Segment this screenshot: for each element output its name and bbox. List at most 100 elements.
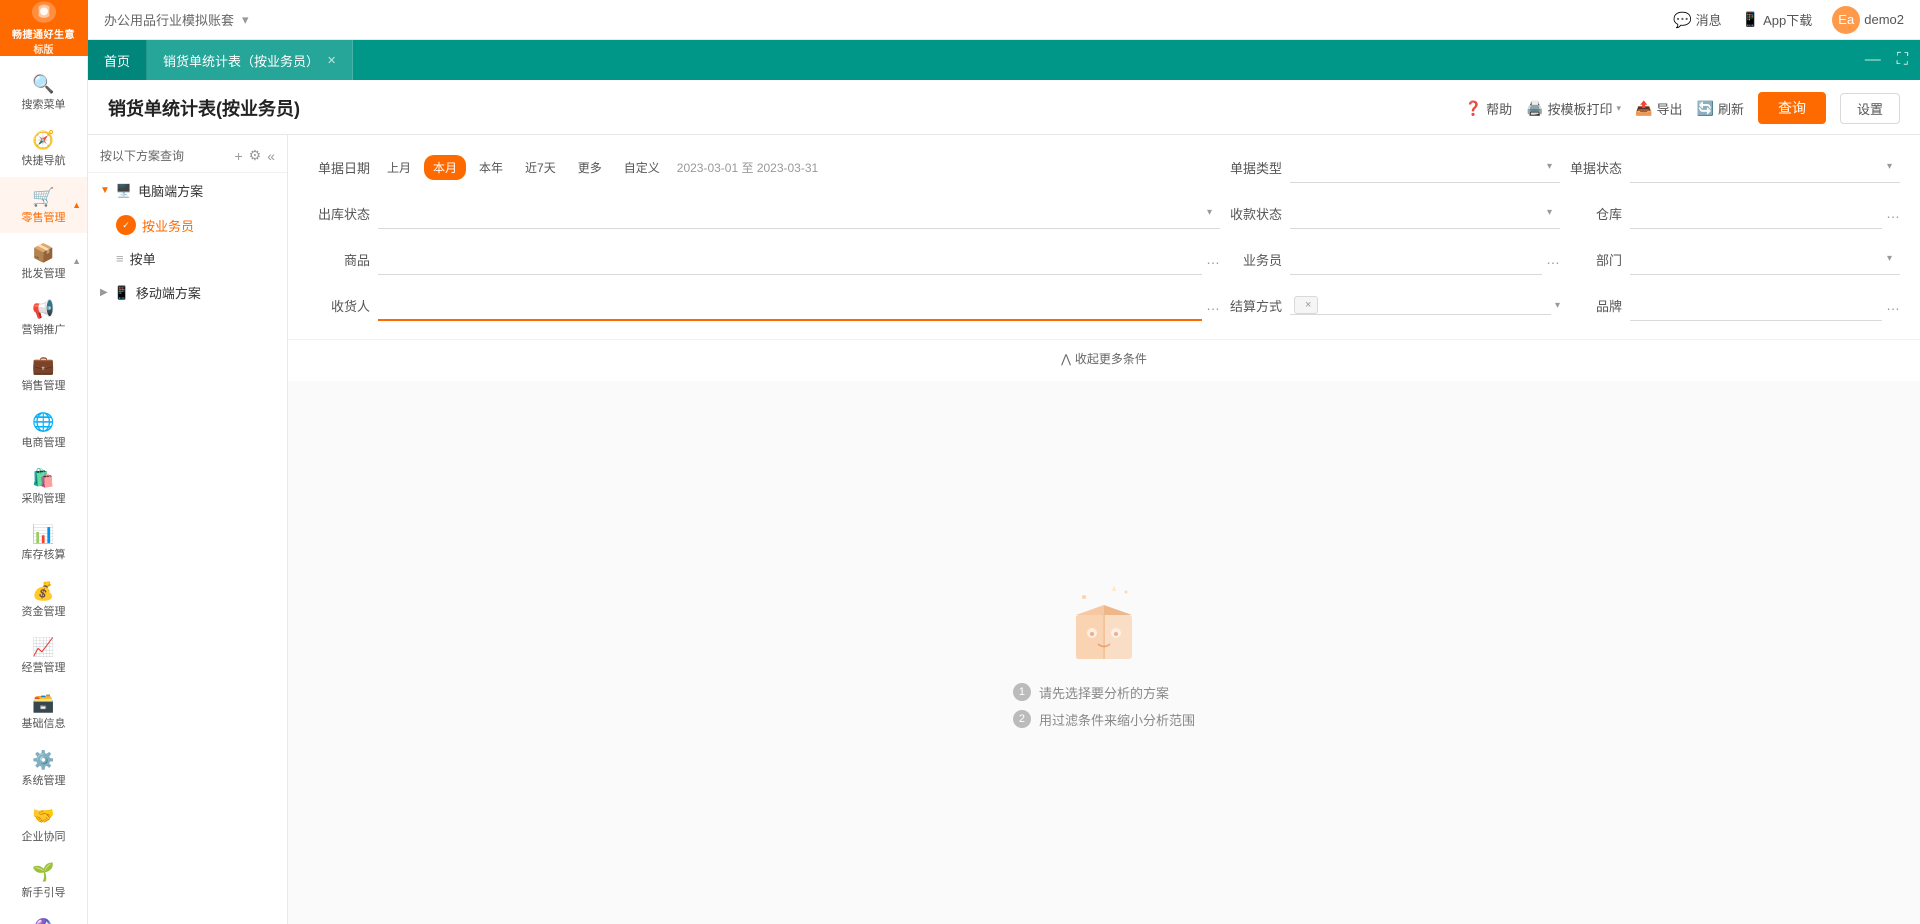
consignee-input[interactable]	[378, 289, 1202, 321]
sidebar-item-ecommerce[interactable]: 🌐 电商管理	[0, 402, 87, 458]
data-area: 1 请先选择要分析的方案 2 用过滤条件来缩小分析范围	[288, 381, 1920, 924]
refresh-btn[interactable]: 🔄 刷新	[1697, 99, 1744, 118]
sidebar-item-retail[interactable]: 🛒 零售管理 ▲	[0, 177, 87, 233]
sidebar-item-finance[interactable]: 💰 资金管理	[0, 571, 87, 627]
sidebar-item-marketing[interactable]: 📢 营销推广	[0, 289, 87, 345]
out-status-select[interactable]: ▾	[378, 197, 1220, 229]
consignee-ellipsis[interactable]: …	[1206, 297, 1220, 313]
doc-status-field: 单据状态 ▾	[1560, 151, 1900, 183]
sidebar-item-inventory-label: 库存核算	[22, 548, 66, 562]
goods-ellipsis[interactable]: …	[1206, 251, 1220, 267]
settlement-input-area: ×	[1290, 296, 1551, 315]
tree-label-mobile: 移动端方案	[136, 283, 201, 302]
refresh-icon: 🔄	[1697, 100, 1714, 117]
query-button[interactable]: 查询	[1758, 92, 1826, 124]
tree-item-by-order[interactable]: ≡ 按单	[88, 242, 287, 275]
print-dropdown-icon: ▾	[1617, 103, 1622, 114]
filter-row-4: 收货人 … 结算方式 × ▾	[308, 289, 1900, 321]
department-select[interactable]: ▾	[1630, 243, 1900, 275]
out-status-label: 出库状态	[308, 204, 378, 223]
tab-close-icon[interactable]: ✕	[327, 54, 336, 67]
tree-item-mobile[interactable]: ▶ 📱 移动端方案	[88, 275, 287, 310]
system-icon: ⚙️	[32, 750, 54, 771]
empty-tip-1: 1 请先选择要分析的方案	[1013, 683, 1195, 702]
doc-type-field: 单据类型 ▾	[1220, 151, 1560, 183]
scheme-settings-btn[interactable]: ⚙	[249, 147, 262, 164]
retail-icon: 🛒	[32, 187, 54, 208]
finance-icon: 💰	[32, 581, 54, 602]
out-status-arrow: ▾	[1207, 207, 1212, 218]
sidebar-item-system[interactable]: ⚙️ 系统管理	[0, 740, 87, 796]
salesperson-ellipsis[interactable]: …	[1546, 251, 1560, 267]
logo-icon	[28, 0, 60, 24]
sidebar-item-sales-label: 销售管理	[22, 379, 66, 393]
breadcrumb-dropdown-icon[interactable]: ▾	[242, 12, 249, 28]
sidebar-item-sales[interactable]: 💼 销售管理	[0, 345, 87, 401]
left-panel-header: 按以下方案查询 + ⚙ «	[88, 135, 287, 173]
message-btn[interactable]: 💬 消息	[1673, 10, 1722, 29]
app-download-btn[interactable]: 📱 App下载	[1742, 10, 1813, 29]
sidebar-nav: 🔍 搜索菜单 🧭 快捷导航 🛒 零售管理 ▲ 📦 批发管理 ▲ 📢 营销推广 💼…	[0, 56, 87, 924]
sidebar-item-basicinfo[interactable]: 🗃️ 基础信息	[0, 683, 87, 739]
collapse-panel-btn[interactable]: «	[267, 148, 275, 164]
empty-icon	[1054, 577, 1154, 667]
doc-type-select[interactable]: ▾	[1290, 151, 1560, 183]
goods-input[interactable]	[378, 243, 1202, 275]
settings-button[interactable]: 设置	[1840, 93, 1900, 124]
tab-expand-btn[interactable]: ⛶	[1893, 47, 1912, 73]
warehouse-ellipsis[interactable]: …	[1886, 205, 1900, 221]
sidebar-item-quicknav[interactable]: 🧭 快捷导航	[0, 120, 87, 176]
empty-state: 1 请先选择要分析的方案 2 用过滤条件来缩小分析范围	[1013, 577, 1195, 729]
date-btn-7days[interactable]: 近7天	[516, 155, 565, 180]
sidebar-item-enterprise[interactable]: 🤝 企业协同	[0, 796, 87, 852]
username-label: demo2	[1864, 12, 1904, 27]
tab-minimize-btn[interactable]: —	[1861, 47, 1885, 73]
sidebar-item-appcenter[interactable]: 🔮 应用中心	[0, 908, 87, 924]
brand-input[interactable]	[1630, 289, 1882, 321]
date-btn-this-year[interactable]: 本年	[470, 155, 512, 180]
receipt-status-select[interactable]: ▾	[1290, 197, 1560, 229]
sidebar-item-ecommerce-label: 电商管理	[22, 436, 66, 450]
template-print-btn[interactable]: 🖨️ 按模板打印 ▾	[1526, 99, 1621, 118]
sidebar-item-purchase[interactable]: 🛍️ 采购管理	[0, 458, 87, 514]
tip-num-2: 2	[1013, 710, 1031, 728]
sidebar-item-newbie[interactable]: 🌱 新手引导	[0, 852, 87, 908]
settlement-tag-remove[interactable]: ×	[1305, 299, 1311, 311]
brand-ellipsis[interactable]: …	[1886, 297, 1900, 313]
breadcrumb-text: 办公用品行业模拟账套	[104, 10, 234, 29]
doc-type-arrow: ▾	[1547, 161, 1552, 172]
page-title-area: 销货单统计表(按业务员) ❓ 帮助 🖨️ 按模板打印 ▾ 📤 导出	[88, 80, 1920, 134]
date-btn-more[interactable]: 更多	[569, 155, 611, 180]
appcenter-icon: 🔮	[32, 918, 54, 924]
collapse-icon: ⋀	[1061, 352, 1071, 366]
newbie-icon: 🌱	[32, 862, 54, 883]
tip-num-1: 1	[1013, 683, 1031, 701]
tab-home[interactable]: 首页	[88, 40, 147, 80]
app-download-label: App下载	[1763, 10, 1812, 29]
warehouse-input[interactable]	[1630, 197, 1882, 229]
help-btn[interactable]: ❓ 帮助	[1465, 99, 1512, 118]
user-profile[interactable]: Ea demo2	[1832, 6, 1904, 34]
sidebar-item-search[interactable]: 🔍 搜索菜单	[0, 64, 87, 120]
date-filter-buttons: 上月 本月 本年 近7天 更多 自定义 2023-03-01 至 2023-03…	[378, 155, 818, 180]
sidebar-item-wholesale[interactable]: 📦 批发管理 ▲	[0, 233, 87, 289]
date-btn-this-month[interactable]: 本月	[424, 155, 466, 180]
ecommerce-icon: 🌐	[32, 412, 54, 433]
tree-item-by-salesperson[interactable]: ✓ 按业务员	[88, 208, 287, 242]
sidebar-item-operations[interactable]: 📈 经营管理	[0, 627, 87, 683]
sidebar-item-inventory[interactable]: 📊 库存核算	[0, 514, 87, 570]
salesperson-input[interactable]	[1290, 243, 1542, 275]
warehouse-label: 仓库	[1560, 204, 1630, 223]
doc-status-select[interactable]: ▾	[1630, 151, 1900, 183]
department-label: 部门	[1560, 250, 1630, 269]
collapse-btn[interactable]: ⋀ 收起更多条件	[1049, 346, 1159, 371]
tree-item-desktop[interactable]: ▼ 🖥️ 电脑端方案	[88, 173, 287, 208]
help-icon: ❓	[1465, 100, 1482, 117]
add-scheme-btn[interactable]: +	[234, 148, 242, 164]
filter-row-3: 商品 … 业务员 … 部门	[308, 243, 1900, 275]
date-btn-custom[interactable]: 自定义	[615, 155, 669, 180]
consignee-field: 收货人 …	[308, 289, 1220, 321]
tab-report[interactable]: 销货单统计表（按业务员） ✕	[147, 40, 353, 80]
date-btn-last-month[interactable]: 上月	[378, 155, 420, 180]
export-btn[interactable]: 📤 导出	[1635, 99, 1682, 118]
